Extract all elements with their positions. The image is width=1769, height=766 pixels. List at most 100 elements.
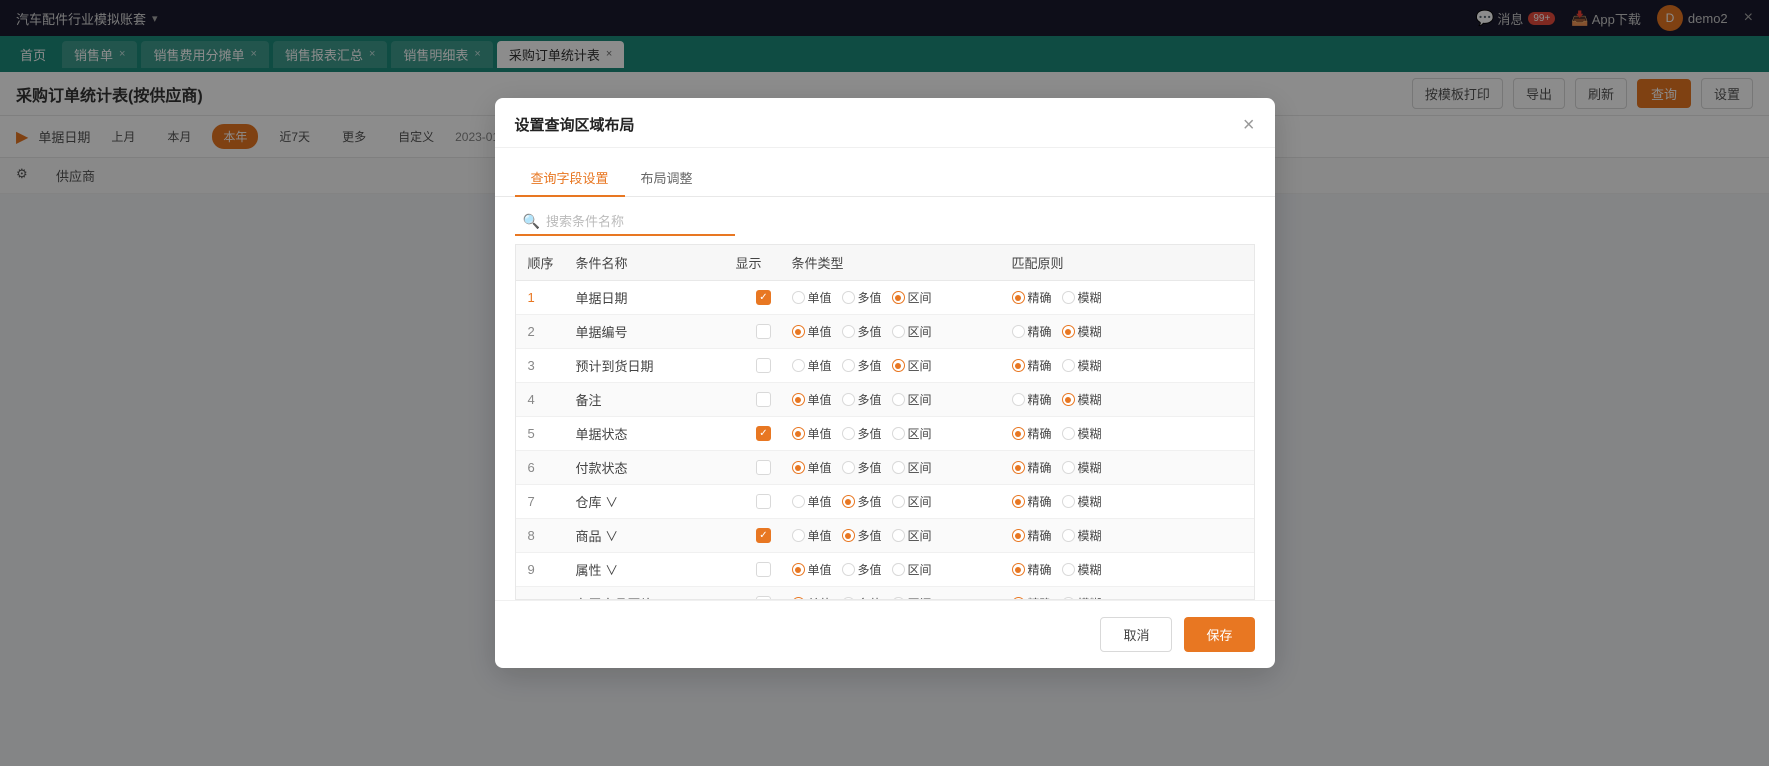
row-order: 7 [528,494,576,509]
th-match: 匹配原则 [1012,253,1212,272]
radio-match-match_exact[interactable]: 精确 [1012,527,1052,544]
modal-tab-layout[interactable]: 布局调整 [625,160,709,197]
row-order: 5 [528,426,576,441]
modal-tab-bar: 查询字段设置 布局调整 [495,148,1275,197]
row-match-group: 精确模糊 [1012,289,1212,306]
th-show: 显示 [736,253,792,272]
radio-match-match_exact[interactable]: 精确 [1012,459,1052,476]
radio-match-match_fuzzy[interactable]: 模糊 [1062,527,1102,544]
radio-type-type_range[interactable]: 区间 [892,561,932,578]
row-match-group: 精确模糊 [1012,391,1212,408]
radio-match-match_fuzzy[interactable]: 模糊 [1062,323,1102,340]
radio-type-type_multi[interactable]: 多值 [842,391,882,408]
row-type-group: 单值多值区间 [792,561,1012,578]
radio-type-type_range[interactable]: 区间 [892,391,932,408]
row-match-group: 精确模糊 [1012,357,1212,374]
save-btn[interactable]: 保存 [1184,617,1254,652]
row-condition-name: 单据状态 [576,424,736,443]
row-type-group: 单值多值区间 [792,493,1012,510]
table-row: 9属性 ∨单值多值区间精确模糊 [516,553,1254,587]
radio-type-type_single[interactable]: 单值 [792,323,832,340]
radio-match-match_fuzzy[interactable]: 模糊 [1062,493,1102,510]
row-condition-name: 付款状态 [576,458,736,477]
radio-match-match_fuzzy[interactable]: 模糊 [1062,459,1102,476]
radio-type-type_single[interactable]: 单值 [792,561,832,578]
th-type: 条件类型 [792,253,1012,272]
row-show-checkbox[interactable] [736,460,792,475]
radio-type-type_single[interactable]: 单值 [792,459,832,476]
radio-type-type_multi[interactable]: 多值 [842,289,882,306]
row-show-checkbox[interactable] [736,528,792,543]
radio-type-type_range[interactable]: 区间 [892,459,932,476]
th-name: 条件名称 [576,253,736,272]
radio-type-type_single[interactable]: 单值 [792,527,832,544]
radio-match-match_exact[interactable]: 精确 [1012,425,1052,442]
radio-type-type_single[interactable]: 单值 [792,493,832,510]
radio-type-type_range[interactable]: 区间 [892,289,932,306]
row-condition-name: 属性 ∨ [576,560,736,579]
radio-type-type_range[interactable]: 区间 [892,493,932,510]
row-show-checkbox[interactable] [736,494,792,509]
radio-match-match_fuzzy[interactable]: 模糊 [1062,357,1102,374]
table-row: 2单据编号单值多值区间精确模糊 [516,315,1254,349]
modal-header: 设置查询区域布局 × [495,98,1275,148]
row-order: 4 [528,392,576,407]
radio-match-match_fuzzy[interactable]: 模糊 [1062,289,1102,306]
row-show-checkbox[interactable] [736,562,792,577]
radio-type-type_range[interactable]: 区间 [892,323,932,340]
radio-type-type_range[interactable]: 区间 [892,527,932,544]
radio-match-match_exact[interactable]: 精确 [1012,561,1052,578]
table-row: 10有无商品图片单值多值区间精确模糊 [516,587,1254,600]
row-order: 3 [528,358,576,373]
radio-type-type_multi[interactable]: 多值 [842,527,882,544]
table-row: 6付款状态 单值多值区间 精确模糊 [516,451,1254,485]
radio-match-match_exact[interactable]: 精确 [1012,323,1052,340]
row-type-group: 单值多值区间 [792,527,1012,544]
row-show-checkbox[interactable] [736,392,792,407]
row-show-checkbox[interactable] [736,324,792,339]
radio-match-match_fuzzy[interactable]: 模糊 [1062,425,1102,442]
row-condition-name: 备注 [576,390,736,409]
radio-match-match_exact[interactable]: 精确 [1012,391,1052,408]
row-condition-name: 仓库 ∨ [576,492,736,511]
radio-type-type_single[interactable]: 单值 [792,425,832,442]
row-show-checkbox[interactable] [736,426,792,441]
table-row: 1单据日期单值多值区间精确模糊 [516,281,1254,315]
row-order: 6 [528,460,576,475]
radio-type-type_multi[interactable]: 多值 [842,357,882,374]
modal-close-btn[interactable]: × [1243,115,1255,135]
radio-type-type_range[interactable]: 区间 [892,425,932,442]
radio-type-type_multi[interactable]: 多值 [842,459,882,476]
modal-title: 设置查询区域布局 [515,114,635,135]
radio-type-type_range[interactable]: 区间 [892,357,932,374]
radio-type-type_single[interactable]: 单值 [792,289,832,306]
modal-footer: 取消 保存 [495,600,1275,668]
radio-match-match_fuzzy[interactable]: 模糊 [1062,391,1102,408]
th-order: 顺序 [528,253,576,272]
row-show-checkbox[interactable] [736,290,792,305]
radio-type-type_single[interactable]: 单值 [792,357,832,374]
search-input[interactable] [546,214,727,229]
modal-table-body: 1单据日期单值多值区间精确模糊2单据编号单值多值区间精确模糊3预计到货日期单值多… [515,280,1255,600]
radio-match-match_exact[interactable]: 精确 [1012,289,1052,306]
radio-match-match_exact[interactable]: 精确 [1012,493,1052,510]
row-order: 1 [528,290,576,305]
row-type-group: 单值多值区间 [792,289,1012,306]
radio-match-match_fuzzy[interactable]: 模糊 [1062,561,1102,578]
modal-tab-query-fields[interactable]: 查询字段设置 [515,160,625,197]
radio-type-type_multi[interactable]: 多值 [842,425,882,442]
row-condition-name: 单据编号 [576,322,736,341]
search-input-wrap: 🔍 [515,209,735,236]
radio-type-type_multi[interactable]: 多值 [842,561,882,578]
row-type-group: 单值多值区间 [792,425,1012,442]
cancel-btn[interactable]: 取消 [1100,617,1172,652]
row-show-checkbox[interactable] [736,358,792,373]
row-condition-name: 商品 ∨ [576,526,736,545]
radio-type-type_multi[interactable]: 多值 [842,323,882,340]
modal-overlay: 设置查询区域布局 × 查询字段设置 布局调整 🔍 顺序 条件名称 显示 [0,0,1769,766]
radio-type-type_multi[interactable]: 多值 [842,493,882,510]
radio-match-match_exact[interactable]: 精确 [1012,357,1052,374]
row-type-group: 单值多值区间 [792,391,1012,408]
modal-table-header: 顺序 条件名称 显示 条件类型 匹配原则 [515,244,1255,280]
radio-type-type_single[interactable]: 单值 [792,391,832,408]
